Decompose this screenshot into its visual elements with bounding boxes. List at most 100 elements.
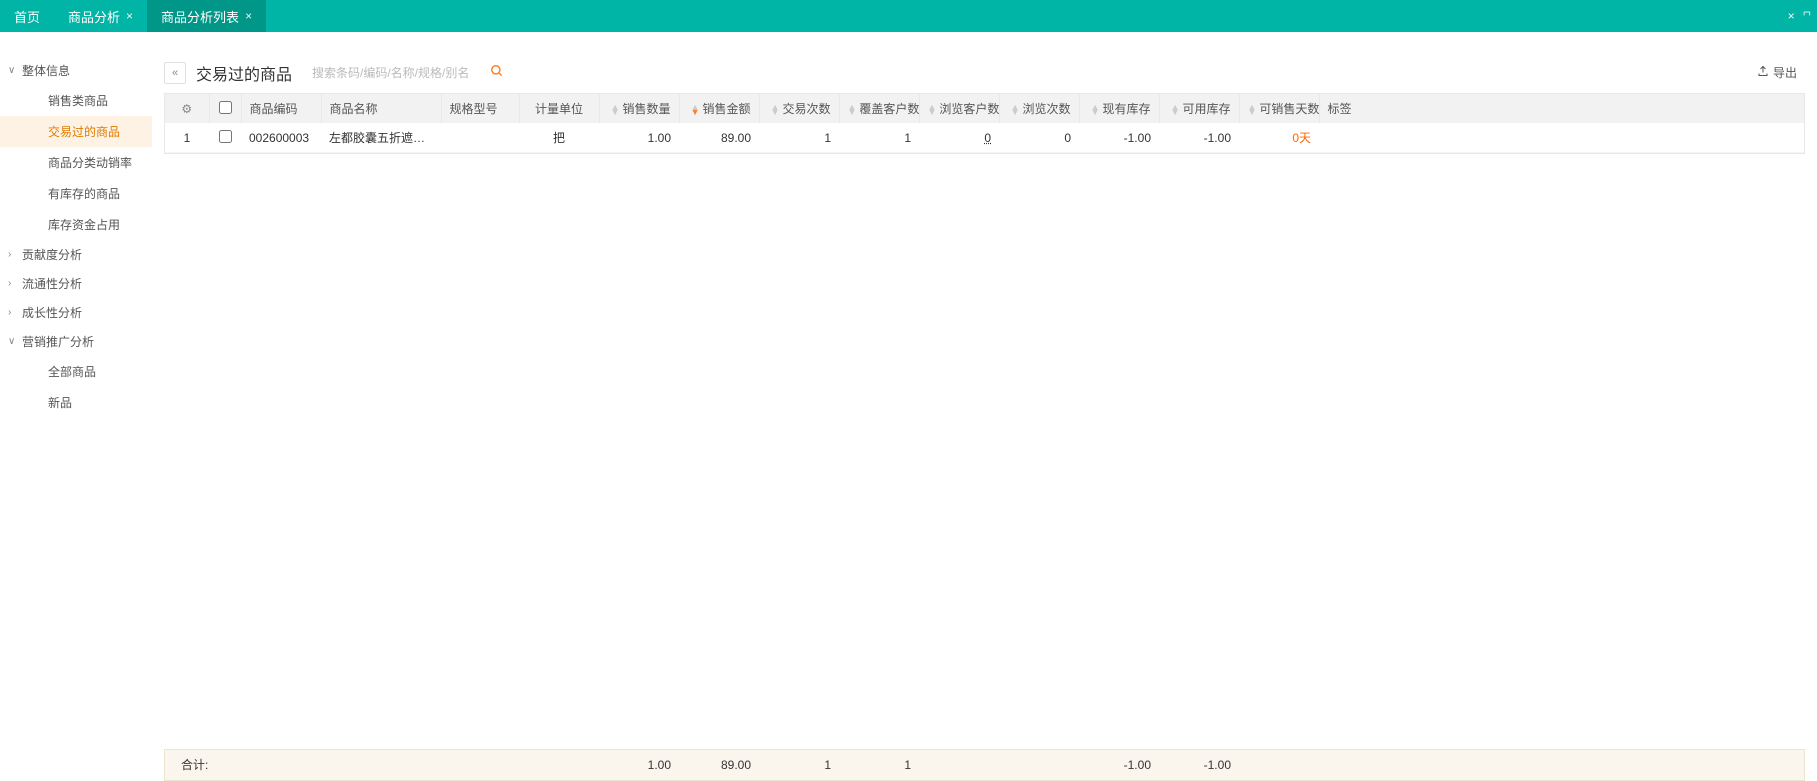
cell-stock: -1.00: [1079, 123, 1159, 153]
sidebar-item-sales-products[interactable]: 销售类商品: [0, 85, 152, 116]
search-box: [306, 62, 504, 84]
col-name[interactable]: 商品名称: [321, 94, 441, 123]
side-group-label: 整体信息: [22, 62, 70, 79]
col-stock[interactable]: ▲▼现有库存: [1079, 94, 1159, 123]
sidebar-item-traded-products[interactable]: 交易过的商品: [0, 116, 152, 147]
totals-qty: 1.00: [599, 750, 679, 780]
chevron-right-icon: ›: [8, 278, 11, 289]
col-qty[interactable]: ▲▼销售数量: [599, 94, 679, 123]
product-table: ⚙ 商品编码 商品名称 规格型号 计量单位 ▲▼销售数量 ▲▼销售金额 ▲▼交易…: [165, 94, 1804, 153]
sidebar-item-label: 全部商品: [48, 365, 96, 379]
col-gear[interactable]: ⚙: [165, 94, 209, 123]
search-input[interactable]: [306, 62, 486, 84]
col-cust[interactable]: ▲▼覆盖客户数: [839, 94, 919, 123]
cell-checkbox: [209, 123, 241, 153]
tab-bar-right: × ⌜⌝: [1780, 0, 1817, 32]
close-icon[interactable]: ×: [245, 9, 252, 23]
export-label: 导出: [1773, 64, 1797, 81]
totals-row-inner: 合计: 1.00 89.00 1 1 -1.00 -1.00: [165, 750, 1804, 780]
side-group-overall: ∨ 整体信息 销售类商品 交易过的商品 商品分类动销率 有库存的商品 库存资金占…: [0, 56, 152, 240]
cell-unit: 把: [519, 123, 599, 153]
sort-icon: ▲▼: [1248, 105, 1257, 115]
side-group-label: 贡献度分析: [22, 246, 82, 263]
close-all-icon[interactable]: ×: [1788, 9, 1795, 23]
blank-strip: [0, 32, 1817, 52]
cell-idx: 1: [165, 123, 209, 153]
chevron-down-icon: ∨: [8, 336, 15, 347]
side-group-header-contribution[interactable]: › 贡献度分析: [0, 240, 152, 269]
sort-icon: ▲▼: [928, 105, 937, 115]
side-group-header-liquidity[interactable]: › 流通性分析: [0, 269, 152, 298]
export-icon: [1757, 65, 1769, 80]
cell-browsec[interactable]: 0: [919, 123, 999, 153]
col-deal[interactable]: ▲▼交易次数: [759, 94, 839, 123]
col-spec[interactable]: 规格型号: [441, 94, 519, 123]
cell-cust: 1: [839, 123, 919, 153]
sidebar-item-label: 交易过的商品: [48, 125, 120, 139]
col-days[interactable]: ▲▼可销售天数: [1239, 94, 1319, 123]
side-group-marketing: ∨ 营销推广分析 全部商品 新品: [0, 327, 152, 418]
tab-label: 商品分析: [68, 7, 120, 26]
side-group-label: 成长性分析: [22, 304, 82, 321]
sidebar-item-instock-products[interactable]: 有库存的商品: [0, 178, 152, 209]
totals-label: 合计:: [165, 750, 241, 780]
sidebar: ∨ 整体信息 销售类商品 交易过的商品 商品分类动销率 有库存的商品 库存资金占…: [0, 52, 152, 418]
content-header-right: 导出: [1749, 60, 1805, 85]
side-group-header-marketing[interactable]: ∨ 营销推广分析: [0, 327, 152, 356]
table-row[interactable]: 1 002600003 左都胶囊五折遮阳伞防晒伞; 把 1.00 89.00 1…: [165, 123, 1804, 153]
cell-qty: 1.00: [599, 123, 679, 153]
row-checkbox[interactable]: [219, 130, 232, 143]
chevron-down-icon: ∨: [8, 65, 15, 76]
chevron-right-icon: ›: [8, 249, 11, 260]
cell-browset: 0: [999, 123, 1079, 153]
collapse-sidebar-button[interactable]: «: [164, 62, 186, 84]
fullscreen-icon[interactable]: ⌜⌝: [1803, 10, 1809, 23]
col-code[interactable]: 商品编码: [241, 94, 321, 123]
col-browset[interactable]: ▲▼浏览次数: [999, 94, 1079, 123]
col-tag[interactable]: 标签: [1319, 94, 1804, 123]
sidebar-item-new-products[interactable]: 新品: [0, 387, 152, 418]
close-icon[interactable]: ×: [126, 9, 133, 23]
sidebar-item-stock-capital[interactable]: 库存资金占用: [0, 209, 152, 240]
totals-avail: -1.00: [1159, 750, 1239, 780]
tab-home[interactable]: 首页: [0, 0, 54, 32]
tab-product-analysis[interactable]: 商品分析 ×: [54, 0, 147, 32]
export-button[interactable]: 导出: [1749, 60, 1805, 85]
col-checkbox: [209, 94, 241, 123]
table-header-row: ⚙ 商品编码 商品名称 规格型号 计量单位 ▲▼销售数量 ▲▼销售金额 ▲▼交易…: [165, 94, 1804, 123]
cell-deal: 1: [759, 123, 839, 153]
cell-name: 左都胶囊五折遮阳伞防晒伞;: [321, 123, 441, 153]
col-unit[interactable]: 计量单位: [519, 94, 599, 123]
cell-amt: 89.00: [679, 123, 759, 153]
sidebar-item-all-products[interactable]: 全部商品: [0, 356, 152, 387]
page-title: 交易过的商品: [196, 61, 292, 85]
side-group-label: 流通性分析: [22, 275, 82, 292]
search-icon[interactable]: [490, 64, 504, 81]
sidebar-item-label: 库存资金占用: [48, 218, 120, 232]
sort-icon: ▲▼: [691, 105, 700, 115]
gear-icon: ⚙: [181, 102, 192, 116]
cell-spec: [441, 123, 519, 153]
sidebar-item-label: 新品: [48, 396, 72, 410]
table-wrap: ⚙ 商品编码 商品名称 规格型号 计量单位 ▲▼销售数量 ▲▼销售金额 ▲▼交易…: [164, 93, 1805, 154]
tab-label: 首页: [14, 7, 40, 26]
sort-icon: ▲▼: [1091, 105, 1100, 115]
tab-label: 商品分析列表: [161, 7, 239, 26]
sidebar-item-category-turnover[interactable]: 商品分类动销率: [0, 147, 152, 178]
totals-stock: -1.00: [1079, 750, 1159, 780]
chevron-double-left-icon: «: [172, 67, 178, 79]
side-group-contribution: › 贡献度分析: [0, 240, 152, 269]
sidebar-item-label: 商品分类动销率: [48, 156, 132, 170]
side-group-header-overall[interactable]: ∨ 整体信息: [0, 56, 152, 85]
content: « 交易过的商品 导出: [152, 52, 1817, 418]
totals-cust: 1: [839, 750, 919, 780]
col-amt[interactable]: ▲▼销售金额: [679, 94, 759, 123]
tab-product-analysis-list[interactable]: 商品分析列表 ×: [147, 0, 266, 32]
col-avail[interactable]: ▲▼可用库存: [1159, 94, 1239, 123]
cell-avail: -1.00: [1159, 123, 1239, 153]
side-group-header-growth[interactable]: › 成长性分析: [0, 298, 152, 327]
col-browsec[interactable]: ▲▼浏览客户数: [919, 94, 999, 123]
sort-icon: ▲▼: [771, 105, 780, 115]
select-all-checkbox[interactable]: [219, 101, 232, 114]
sidebar-item-label: 有库存的商品: [48, 187, 120, 201]
